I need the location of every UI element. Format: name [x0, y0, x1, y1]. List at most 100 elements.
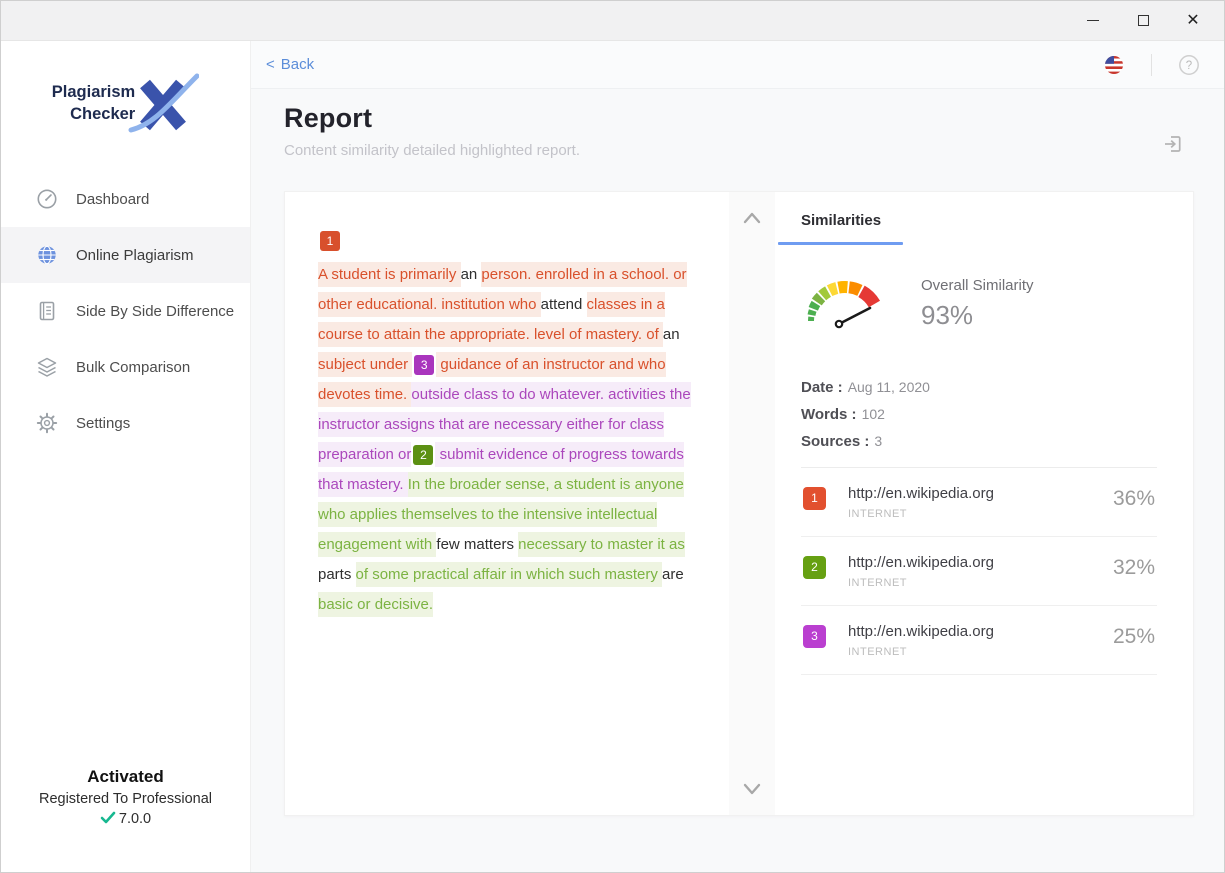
scroll-up-button[interactable] [737, 204, 767, 230]
source-row-3[interactable]: 3http://en.wikipedia.orgINTERNET25% [801, 606, 1157, 675]
document-area: 1A student is primarily an person. enrol… [285, 192, 729, 815]
sidebar-item-label: Dashboard [76, 191, 149, 208]
sidebar-item-bulk-comparison[interactable]: Bulk Comparison [1, 339, 250, 395]
source-category: INTERNET [848, 577, 994, 589]
sidebar-item-label: Bulk Comparison [76, 359, 190, 376]
sidebar-item-online-plagiarism[interactable]: Online Plagiarism [1, 227, 250, 283]
app-logo: Plagiarism Checker [1, 67, 250, 139]
activation-status: Activated [1, 767, 250, 787]
logo-x-mark [127, 72, 199, 134]
highlighted-document: 1A student is primarily an person. enrol… [318, 226, 710, 620]
logo-text: Plagiarism Checker [52, 81, 135, 126]
plain-text: an [663, 322, 680, 347]
plain-text: an [461, 262, 482, 287]
highlight-source-2: of some practical affair in which such m… [356, 562, 663, 587]
chevron-down-icon [738, 780, 766, 800]
sidebar-item-label: Online Plagiarism [76, 247, 194, 264]
source-number-badge: 1 [803, 487, 826, 510]
layers-icon [35, 355, 59, 379]
sources-list: 1 http://en.wikipedia.org INTERNET 36% 2 http… [801, 468, 1157, 675]
sidebar-item-label: Side By Side Difference [76, 303, 234, 320]
stat-row: Words : 102 [801, 401, 1157, 428]
source-category: INTERNET [848, 508, 994, 520]
activation-registered: Registered To Professional [1, 791, 250, 807]
stat-value: 3 [874, 433, 882, 449]
page-subtitle: Content similarity detailed highlighted … [284, 142, 1192, 159]
source-number-badge: 2 [803, 556, 826, 579]
document-icon [35, 299, 59, 323]
minimize-button[interactable] [1068, 1, 1118, 41]
stat-row: Sources : 3 [801, 428, 1157, 455]
export-report-button[interactable] [1162, 133, 1184, 160]
gear-icon [35, 411, 59, 435]
source-number-badge: 3 [803, 625, 826, 648]
top-bar: < Back [251, 41, 1224, 89]
highlight-source-2: basic or decisive. [318, 592, 433, 617]
sidebar-item-side-by-side-difference[interactable]: Side By Side Difference [1, 283, 250, 339]
sidebar-item-settings[interactable]: Settings [1, 395, 250, 451]
globe-icon [35, 243, 59, 267]
export-icon [1162, 133, 1184, 155]
source-row-2[interactable]: 2 http://en.wikipedia.org INTERNET 32% [801, 537, 1157, 606]
language-flag-button[interactable] [1103, 54, 1125, 76]
stat-label: Words : [801, 406, 857, 423]
page-title: Report [284, 103, 1192, 134]
sidebar-item-dashboard[interactable]: Dashboard [1, 171, 250, 227]
check-icon [100, 810, 116, 828]
sidebar-nav: Dashboard Online Plagiarism Side By Side D… [1, 171, 250, 451]
highlight-source-1: subject under [318, 352, 412, 377]
document-scrollbar [729, 192, 775, 815]
plain-text: are [662, 562, 684, 587]
tab-similarities[interactable]: Similarities [801, 212, 881, 229]
stat-label: Sources : [801, 433, 869, 450]
source-url[interactable]: http://en.wikipedia.org [848, 554, 994, 571]
highlight-source-1: A student is primarily [318, 262, 461, 287]
plain-text: few matters [436, 532, 518, 557]
chevron-up-icon [738, 207, 766, 227]
report-stats: Date : Aug 11, 2020 Words : 102 Sources : 3 [801, 374, 1157, 455]
us-flag-icon [1104, 55, 1124, 75]
source-percent: 32% [1113, 556, 1155, 580]
activation-version: 7.0.0 [1, 810, 250, 828]
topbar-divider [1151, 54, 1152, 76]
maximize-button[interactable] [1118, 1, 1168, 41]
report-page: Report Content similarity detailed highl… [251, 89, 1224, 872]
dashboard-icon [35, 187, 59, 211]
stat-value: Aug 11, 2020 [848, 379, 930, 395]
stat-label: Date : [801, 379, 843, 396]
source-url[interactable]: http://en.wikipedia.org [848, 623, 994, 640]
overall-similarity-label: Overall Similarity [921, 277, 1034, 294]
source-row-1[interactable]: 1 http://en.wikipedia.org INTERNET 36% [801, 468, 1157, 537]
minimize-icon [1087, 20, 1099, 21]
back-chevron-icon: < [266, 56, 275, 73]
source-1-marker-line: 1 [318, 226, 710, 256]
tab-underline [778, 242, 903, 245]
source-1-marker: 1 [320, 231, 340, 251]
source-2-marker: 2 [413, 445, 433, 465]
plain-text: parts [318, 562, 356, 587]
title-bar: ✕ [1, 1, 1224, 41]
stat-row: Date : Aug 11, 2020 [801, 374, 1157, 401]
help-button[interactable]: ? [1178, 54, 1200, 76]
report-card: 1A student is primarily an person. enrol… [284, 191, 1194, 816]
source-url[interactable]: http://en.wikipedia.org [848, 485, 994, 502]
sidebar-item-label: Settings [76, 415, 130, 432]
similarity-gauge-icon [801, 267, 897, 336]
source-percent: 36% [1113, 487, 1155, 511]
similarities-panel: Similarities [775, 192, 1193, 815]
plain-text: attend [541, 292, 587, 317]
stat-value: 102 [862, 406, 885, 422]
highlight-source-2: necessary to master it as [518, 532, 685, 557]
close-icon: ✕ [1186, 13, 1199, 29]
sidebar: Plagiarism Checker Dashboard Online Plagi… [1, 41, 251, 872]
maximize-icon [1138, 15, 1149, 26]
help-icon: ? [1178, 54, 1200, 76]
back-button[interactable]: < Back [266, 56, 314, 73]
close-button[interactable]: ✕ [1168, 1, 1218, 41]
app-window: ✕ Plagiarism Checker Dashboard Online Pla… [0, 0, 1225, 873]
source-3-marker: 3 [414, 355, 434, 375]
source-category: INTERNET [848, 646, 994, 658]
scroll-down-button[interactable] [737, 777, 767, 803]
svg-text:?: ? [1186, 60, 1192, 72]
overall-similarity-value: 93% [921, 300, 1034, 331]
